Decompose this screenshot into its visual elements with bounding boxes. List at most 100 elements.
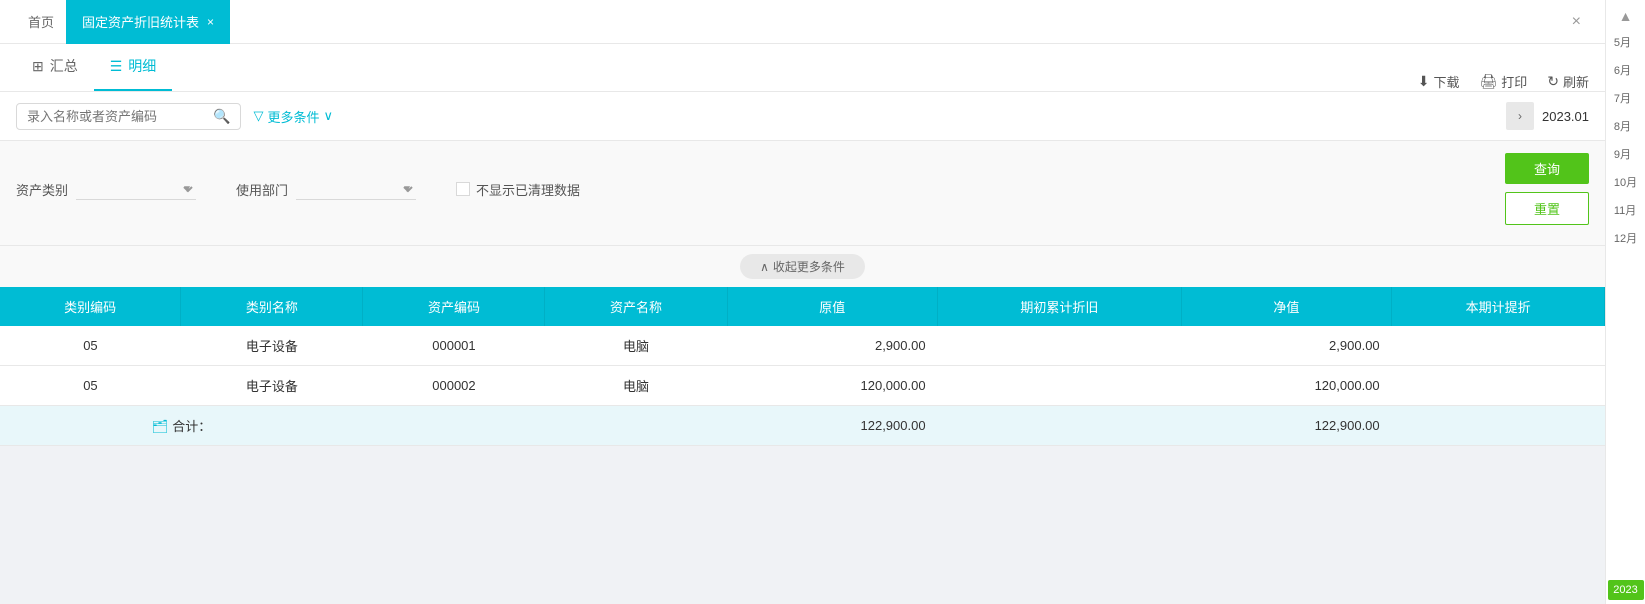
cell-current-depreciation	[1392, 366, 1605, 406]
right-sidebar: ▲ 5月6月7月8月9月10月11月12月 2023	[1605, 0, 1645, 604]
total-original-value: 122,900.00	[727, 406, 938, 446]
chevron-down-icon: ∨	[323, 108, 333, 124]
table-wrap: 类别编码 类别名称 资产编码 资产名称 原值 期初累计折旧 净值 本期计提折 0…	[0, 287, 1605, 604]
collapse-button[interactable]: ∧ 收起更多条件	[740, 254, 865, 279]
use-department-label: 使用部门	[236, 180, 288, 199]
col-asset-name: 资产名称	[545, 287, 727, 326]
cell-category-name: 电子设备	[181, 326, 363, 366]
table-row: 05 电子设备 000002 电脑 120,000.00 120,000.00	[0, 366, 1605, 406]
use-department-select[interactable]	[296, 178, 416, 200]
sidebar-month-item[interactable]: 10月	[1614, 168, 1637, 196]
cell-asset-code: 000002	[363, 366, 545, 406]
window-close-icon[interactable]: ×	[1572, 13, 1589, 31]
col-category-code: 类别编码	[0, 287, 181, 326]
cell-asset-name: 电脑	[545, 326, 727, 366]
query-button[interactable]: 查询	[1505, 153, 1589, 184]
cell-net-value: 2,900.00	[1181, 326, 1392, 366]
cell-category-name: 电子设备	[181, 366, 363, 406]
refresh-button[interactable]: ↻ 刷新	[1547, 72, 1589, 91]
tab-summary[interactable]: ⊞ 汇总	[16, 43, 94, 91]
total-label: 🗂合计：	[0, 406, 363, 446]
col-net-value: 净值	[1181, 287, 1392, 326]
sidebar-month-item[interactable]: 12月	[1614, 224, 1637, 252]
cell-original-value: 2,900.00	[727, 326, 938, 366]
col-original-value: 原值	[727, 287, 938, 326]
search-input[interactable]	[27, 109, 207, 124]
tab-label: 固定资产折旧统计表	[82, 12, 199, 31]
table-header-row: 类别编码 类别名称 资产编码 资产名称 原值 期初累计折旧 净值 本期计提折	[0, 287, 1605, 326]
sidebar-month-item[interactable]: 8月	[1614, 112, 1637, 140]
data-table: 类别编码 类别名称 资产编码 资产名称 原值 期初累计折旧 净值 本期计提折 0…	[0, 287, 1605, 446]
col-category-name: 类别名称	[181, 287, 363, 326]
more-conditions-button[interactable]: ▽ 更多条件 ∨	[253, 107, 333, 126]
col-asset-code: 资产编码	[363, 287, 545, 326]
sidebar-month-item[interactable]: 6月	[1614, 56, 1637, 84]
cell-current-depreciation	[1392, 326, 1605, 366]
asset-category-select[interactable]	[76, 178, 196, 200]
sidebar-month-item[interactable]: 5月	[1614, 28, 1637, 56]
search-icon: 🔍	[213, 108, 230, 125]
refresh-label: 刷新	[1563, 72, 1589, 91]
col-accumulated-depreciation: 期初累计折旧	[938, 287, 1182, 326]
asset-category-filter: 资产类别 ▼	[16, 178, 196, 200]
filter-icon: ▽	[253, 108, 263, 124]
hide-cleared-checkbox[interactable]	[456, 182, 470, 196]
search-input-wrap: 🔍	[16, 103, 241, 130]
detail-icon: ☰	[110, 58, 123, 75]
summary-icon: ⊞	[32, 58, 44, 75]
col-current-depreciation: 本期计提折	[1392, 287, 1605, 326]
tab-summary-label: 汇总	[50, 56, 78, 76]
total-empty-2	[545, 406, 727, 446]
total-accumulated-depreciation	[938, 406, 1182, 446]
hide-cleared-label: 不显示已清理数据	[476, 180, 580, 199]
collapse-arrow-button[interactable]: ›	[1506, 102, 1534, 130]
total-row: 🗂合计： 122,900.00 122,900.00	[0, 406, 1605, 446]
total-empty-1	[363, 406, 545, 446]
sub-tabs-bar: ⊞ 汇总 ☰ 明细 ⬇ 下载 🖨 打印 ↻ 刷新	[0, 44, 1605, 92]
print-label: 打印	[1501, 72, 1527, 91]
reset-button[interactable]: 重置	[1505, 192, 1589, 225]
search-bar: 🔍 ▽ 更多条件 ∨ › 2023.01	[0, 92, 1605, 141]
home-nav[interactable]: 首页	[16, 12, 66, 31]
use-department-filter: 使用部门 ▼	[236, 178, 416, 200]
hide-cleared-checkbox-item[interactable]: 不显示已清理数据	[456, 180, 580, 199]
sidebar-up-button[interactable]: ▲	[1619, 8, 1633, 24]
total-net-value: 122,900.00	[1181, 406, 1392, 446]
cell-net-value: 120,000.00	[1181, 366, 1392, 406]
more-conditions-label: 更多条件	[267, 107, 319, 126]
sidebar-month-item[interactable]: 9月	[1614, 140, 1637, 168]
collapse-up-icon: ∧	[760, 260, 769, 274]
date-display: 2023.01	[1542, 109, 1589, 124]
toolbar-right: ⬇ 下载 🖨 打印 ↻ 刷新	[1418, 72, 1589, 91]
asset-category-select-wrap: ▼	[76, 178, 196, 200]
tab-detail-label: 明细	[128, 56, 156, 76]
collapse-row: ∧ 收起更多条件	[0, 246, 1605, 287]
cell-asset-name: 电脑	[545, 366, 727, 406]
download-button[interactable]: ⬇ 下载	[1418, 72, 1460, 91]
sidebar-month-item[interactable]: 7月	[1614, 84, 1637, 112]
filter-actions: 查询 重置	[1505, 153, 1589, 225]
filter-row: 资产类别 ▼ 使用部门 ▼ 不显示已清理数	[16, 153, 1589, 225]
refresh-icon: ↻	[1547, 73, 1559, 90]
filter-area: 资产类别 ▼ 使用部门 ▼ 不显示已清理数	[0, 141, 1605, 246]
tab-close-icon[interactable]: ×	[207, 15, 214, 29]
cell-category-code: 05	[0, 326, 181, 366]
asset-category-label: 资产类别	[16, 180, 68, 199]
print-button[interactable]: 🖨 打印	[1479, 72, 1527, 91]
use-department-select-wrap: ▼	[296, 178, 416, 200]
cell-accumulated-depreciation	[938, 366, 1182, 406]
cell-asset-code: 000001	[363, 326, 545, 366]
sidebar-month-item[interactable]: 11月	[1614, 196, 1637, 224]
cell-original-value: 120,000.00	[727, 366, 938, 406]
cell-category-code: 05	[0, 366, 181, 406]
total-current-depreciation	[1392, 406, 1605, 446]
search-right-area: › 2023.01	[1506, 102, 1589, 130]
collapse-label: 收起更多条件	[773, 258, 845, 275]
download-label: 下载	[1433, 72, 1459, 91]
table-row: 05 电子设备 000001 电脑 2,900.00 2,900.00	[0, 326, 1605, 366]
print-icon: 🖨	[1479, 73, 1497, 90]
sidebar-year[interactable]: 2023	[1608, 580, 1644, 600]
tab-detail[interactable]: ☰ 明细	[94, 43, 173, 91]
active-tab[interactable]: 固定资产折旧统计表 ×	[66, 0, 230, 44]
download-icon: ⬇	[1418, 73, 1430, 90]
